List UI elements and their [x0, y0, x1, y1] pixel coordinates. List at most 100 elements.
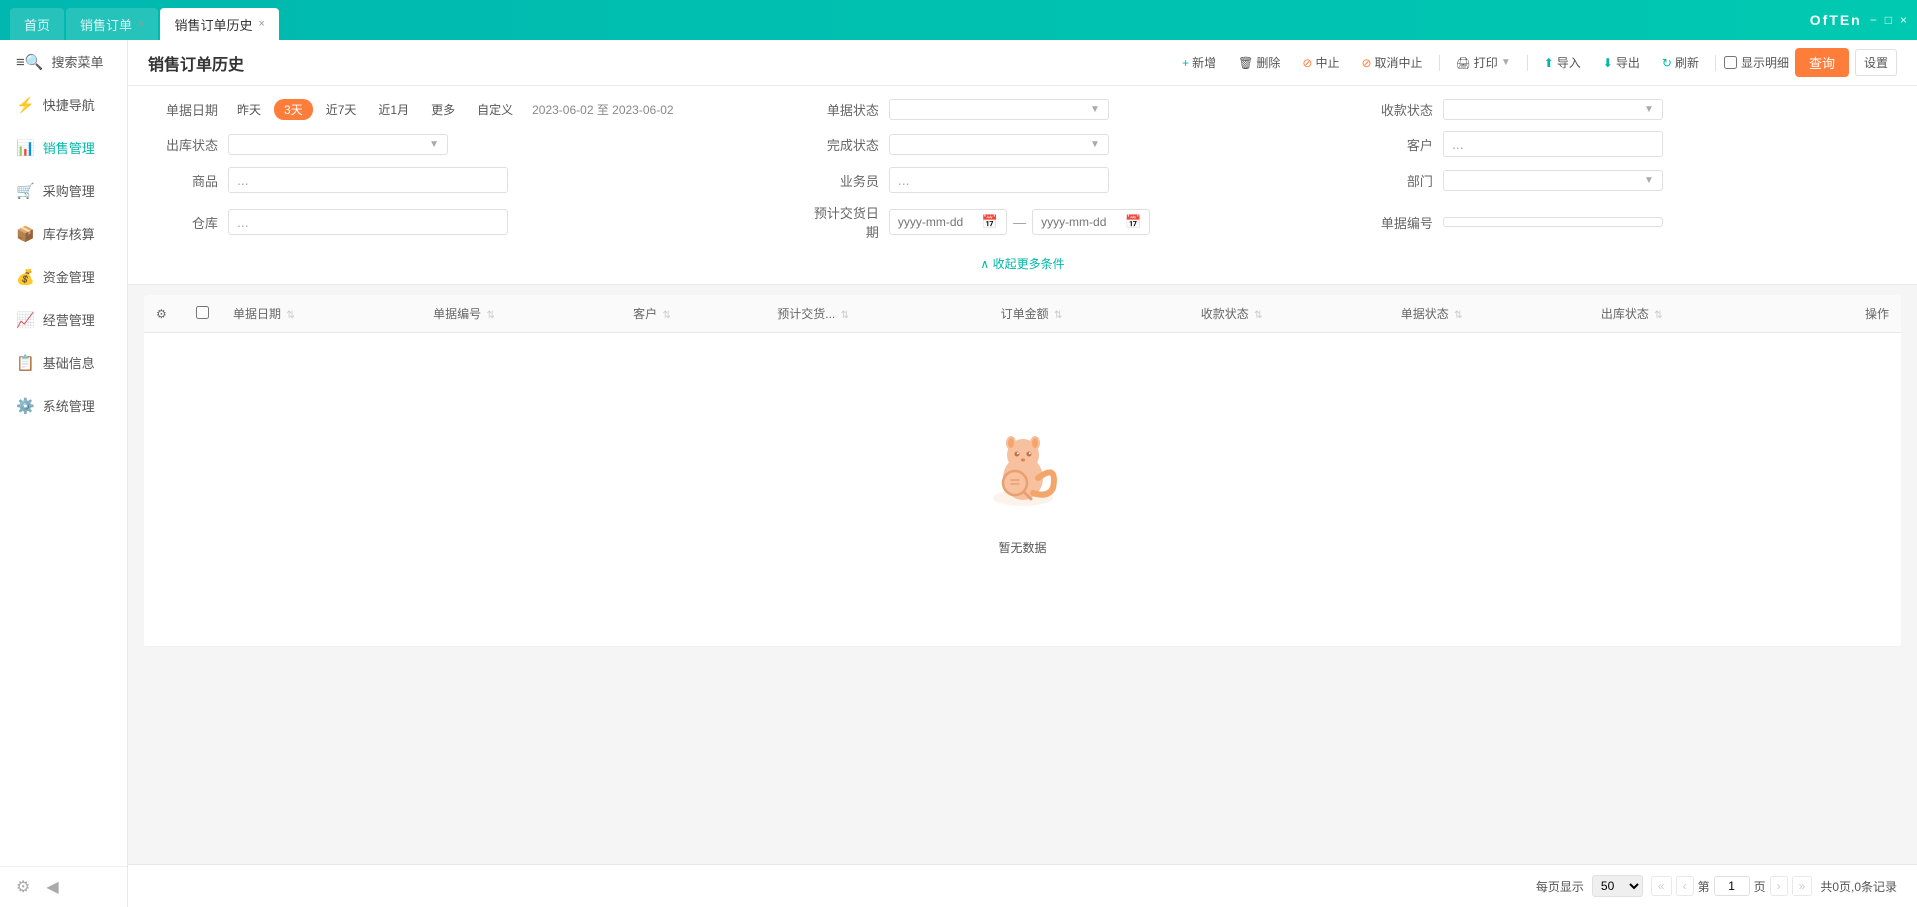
collapse-bar[interactable]: ∧ 收起更多条件	[148, 251, 1897, 272]
th-receipt-status[interactable]: 收款状态 ⇅	[1189, 295, 1389, 333]
sidebar-item-sysmgmt[interactable]: ⚙️ 系统管理	[0, 384, 127, 427]
settings-button[interactable]: 设置	[1855, 49, 1897, 76]
window-close[interactable]: ×	[1900, 13, 1907, 27]
bill-no-input[interactable]	[1443, 217, 1663, 227]
date-buttons: 昨天 3天 近7天 近1月 更多 自定义	[228, 98, 522, 121]
th-customer[interactable]: 客户 ⇅	[621, 295, 765, 333]
tab-sales-history[interactable]: 销售订单历史 ×	[160, 8, 278, 40]
data-table: ⚙ 单据日期 ⇅ 单据编号 ⇅	[144, 295, 1901, 647]
sidebar-item-search[interactable]: ≡🔍 搜索菜单	[0, 40, 127, 83]
complete-status-select[interactable]: ▼	[889, 134, 1109, 155]
new-icon: +	[1182, 56, 1189, 70]
window-maximize[interactable]: □	[1885, 13, 1892, 27]
import-button[interactable]: ⬆ 导入	[1536, 50, 1589, 75]
bill-status-select[interactable]: ▼	[889, 99, 1109, 120]
sidebar-collapse-icon[interactable]: ◀	[46, 877, 58, 897]
sidebar-item-inventory[interactable]: 📦 库存核算	[0, 212, 127, 255]
prev-page-button[interactable]: ‹	[1676, 876, 1694, 896]
main-layout: ≡🔍 搜索菜单 ⚡ 快捷导航 📊 销售管理 🛒 采购管理 📦 库存核算 💰 资金…	[0, 40, 1917, 907]
warehouse-dots: ...	[237, 214, 249, 230]
th-expected-delivery[interactable]: 预计交货... ⇅	[765, 295, 988, 333]
customer-input[interactable]: ...	[1443, 131, 1663, 157]
cancel-stop-button[interactable]: ⊘ 取消中止	[1353, 50, 1430, 75]
delete-icon: 🗑	[1238, 56, 1253, 70]
th-bill-date[interactable]: 单据日期 ⇅	[221, 295, 421, 333]
new-label: 新增	[1192, 54, 1216, 71]
filter-row-2: 出库状态 ▼ 完成状态 ▼ 客户 ...	[148, 131, 1897, 157]
date-btn-1month[interactable]: 近1月	[369, 98, 418, 121]
th-bill-no[interactable]: 单据编号 ⇅	[421, 295, 621, 333]
page-label-after: 页	[1754, 878, 1766, 895]
print-button[interactable]: 🖨 打印 ▼	[1448, 50, 1519, 75]
stop-button[interactable]: ⊘ 中止	[1294, 50, 1347, 75]
date-btn-7days[interactable]: 近7天	[317, 98, 366, 121]
show-detail-checkbox[interactable]	[1724, 56, 1737, 69]
quicknav-icon: ⚡	[16, 96, 35, 114]
print-icon: 🖨	[1456, 56, 1471, 70]
sidebar-item-quicknav-label: 快捷导航	[43, 95, 95, 114]
receipt-status-select[interactable]: ▼	[1443, 99, 1663, 120]
last-page-button[interactable]: »	[1792, 876, 1813, 896]
warehouse-label: 仓库	[148, 213, 228, 232]
date-label: 单据日期	[148, 100, 228, 119]
inventory-icon: 📦	[16, 225, 35, 243]
select-all-checkbox[interactable]	[196, 306, 209, 319]
filter-expected-date-col: 预计交货日期 📅 — 📅	[809, 203, 1363, 241]
delete-button[interactable]: 🗑 删除	[1230, 50, 1288, 75]
expected-date-start-input[interactable]: 📅	[889, 209, 1007, 235]
first-page-button[interactable]: «	[1651, 876, 1672, 896]
sort-order-amount-icon: ⇅	[1054, 310, 1062, 321]
expected-date-start[interactable]	[898, 215, 978, 229]
query-button[interactable]: 查询	[1795, 48, 1849, 77]
toolbar-divider2	[1527, 55, 1528, 71]
th-order-amount[interactable]: 订单金额 ⇅	[989, 295, 1189, 333]
th-bill-status[interactable]: 单据状态 ⇅	[1389, 295, 1589, 333]
sort-expected-delivery-icon: ⇅	[841, 310, 849, 321]
expected-date-end-input[interactable]: 📅	[1032, 209, 1150, 235]
new-button[interactable]: + 新增	[1174, 50, 1224, 75]
filter-salesperson-col: 业务员 ...	[809, 167, 1363, 193]
sidebar-item-quicknav[interactable]: ⚡ 快捷导航	[0, 83, 127, 126]
th-bill-status-label: 单据状态	[1401, 307, 1449, 321]
settings-label: 设置	[1864, 54, 1888, 71]
outbound-status-select[interactable]: ▼	[228, 134, 448, 155]
date-btn-more[interactable]: 更多	[422, 98, 464, 121]
goods-input[interactable]: ...	[228, 167, 508, 193]
tab-sales-history-label: 销售订单历史	[174, 15, 252, 34]
expected-date-end[interactable]	[1041, 215, 1121, 229]
department-select[interactable]: ▼	[1443, 170, 1663, 191]
sidebar-item-sales[interactable]: 📊 销售管理	[0, 126, 127, 169]
per-page-select[interactable]: 50 10 20 100	[1592, 875, 1643, 897]
table-settings-icon[interactable]: ⚙	[156, 307, 167, 321]
outbound-status-label: 出库状态	[148, 135, 228, 154]
sidebar-settings-icon[interactable]: ⚙	[16, 877, 30, 897]
sidebar-item-basicinfo-label: 基础信息	[43, 353, 95, 372]
window-minimize[interactable]: −	[1870, 13, 1877, 27]
date-btn-custom[interactable]: 自定义	[468, 98, 522, 121]
th-outbound-status[interactable]: 出库状态 ⇅	[1589, 295, 1789, 333]
next-page-button[interactable]: ›	[1770, 876, 1788, 896]
th-settings[interactable]: ⚙	[144, 295, 184, 333]
tab-sales-order[interactable]: 销售订单 ×	[66, 8, 158, 40]
show-detail-label: 显示明细	[1741, 54, 1789, 71]
tab-sales-history-close[interactable]: ×	[258, 18, 264, 30]
tab-home[interactable]: 首页	[10, 8, 64, 40]
th-check[interactable]	[184, 295, 221, 333]
date-btn-yesterday[interactable]: 昨天	[228, 98, 270, 121]
export-button[interactable]: ⬇ 导出	[1595, 50, 1648, 75]
sidebar-item-operation[interactable]: 📈 经营管理	[0, 298, 127, 341]
sidebar-item-purchase[interactable]: 🛒 采购管理	[0, 169, 127, 212]
page-nav: « ‹ 第 页 › »	[1651, 876, 1812, 896]
warehouse-input[interactable]: ...	[228, 209, 508, 235]
tab-sales-order-close[interactable]: ×	[138, 18, 144, 30]
sidebar-item-finance[interactable]: 💰 资金管理	[0, 255, 127, 298]
refresh-button[interactable]: ↻ 刷新	[1654, 50, 1707, 75]
print-label: 打印	[1474, 54, 1498, 71]
filter-row-1: 单据日期 昨天 3天 近7天 近1月 更多 自定义 2023-06-02 至 2…	[148, 98, 1897, 121]
department-arrow: ▼	[1644, 175, 1654, 186]
sidebar-item-basicinfo[interactable]: 📋 基础信息	[0, 341, 127, 384]
page-input[interactable]	[1714, 876, 1750, 896]
date-btn-3days[interactable]: 3天	[274, 99, 313, 120]
page-title: 销售订单历史	[148, 51, 244, 75]
salesperson-input[interactable]: ...	[889, 167, 1109, 193]
